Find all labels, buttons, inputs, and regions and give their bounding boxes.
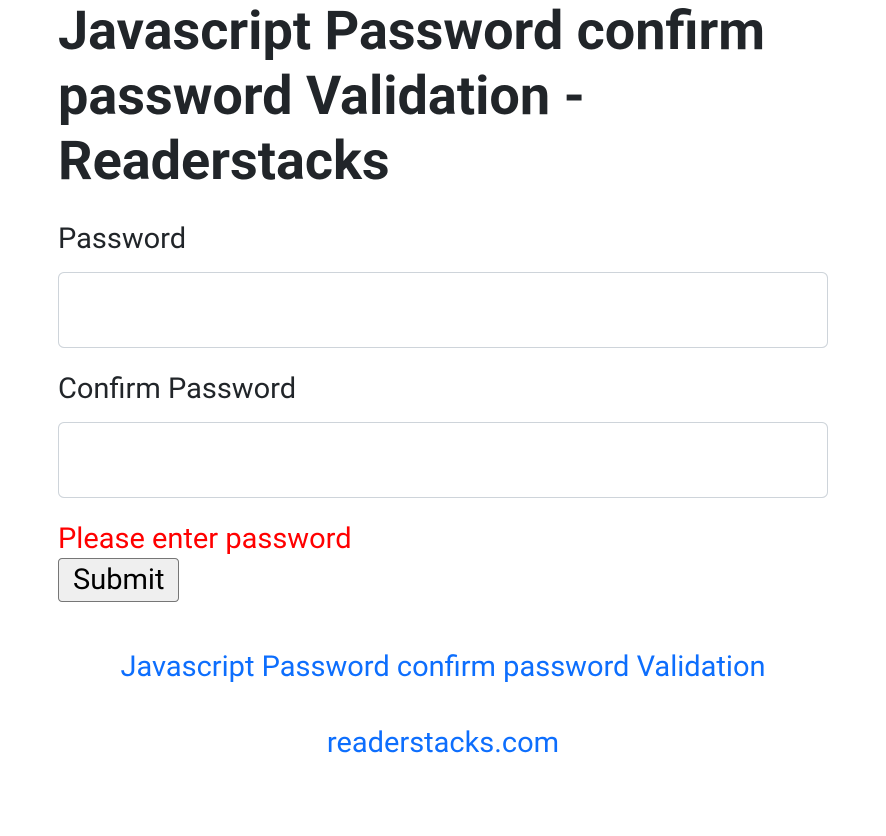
password-input[interactable] xyxy=(58,272,828,348)
password-label: Password xyxy=(58,222,828,256)
confirm-password-input[interactable] xyxy=(58,422,828,498)
confirm-password-label: Confirm Password xyxy=(58,372,828,406)
submit-button[interactable]: Submit xyxy=(58,558,179,602)
error-message: Please enter password xyxy=(58,522,828,556)
secondary-link[interactable]: readerstacks.com xyxy=(58,726,828,760)
password-group: Password xyxy=(58,222,828,348)
page-title: Javascript Password confirm password Val… xyxy=(58,0,828,194)
confirm-password-group: Confirm Password xyxy=(58,372,828,498)
page-container: Javascript Password confirm password Val… xyxy=(0,0,886,760)
primary-link[interactable]: Javascript Password confirm password Val… xyxy=(58,650,828,684)
links-section: Javascript Password confirm password Val… xyxy=(58,650,828,760)
